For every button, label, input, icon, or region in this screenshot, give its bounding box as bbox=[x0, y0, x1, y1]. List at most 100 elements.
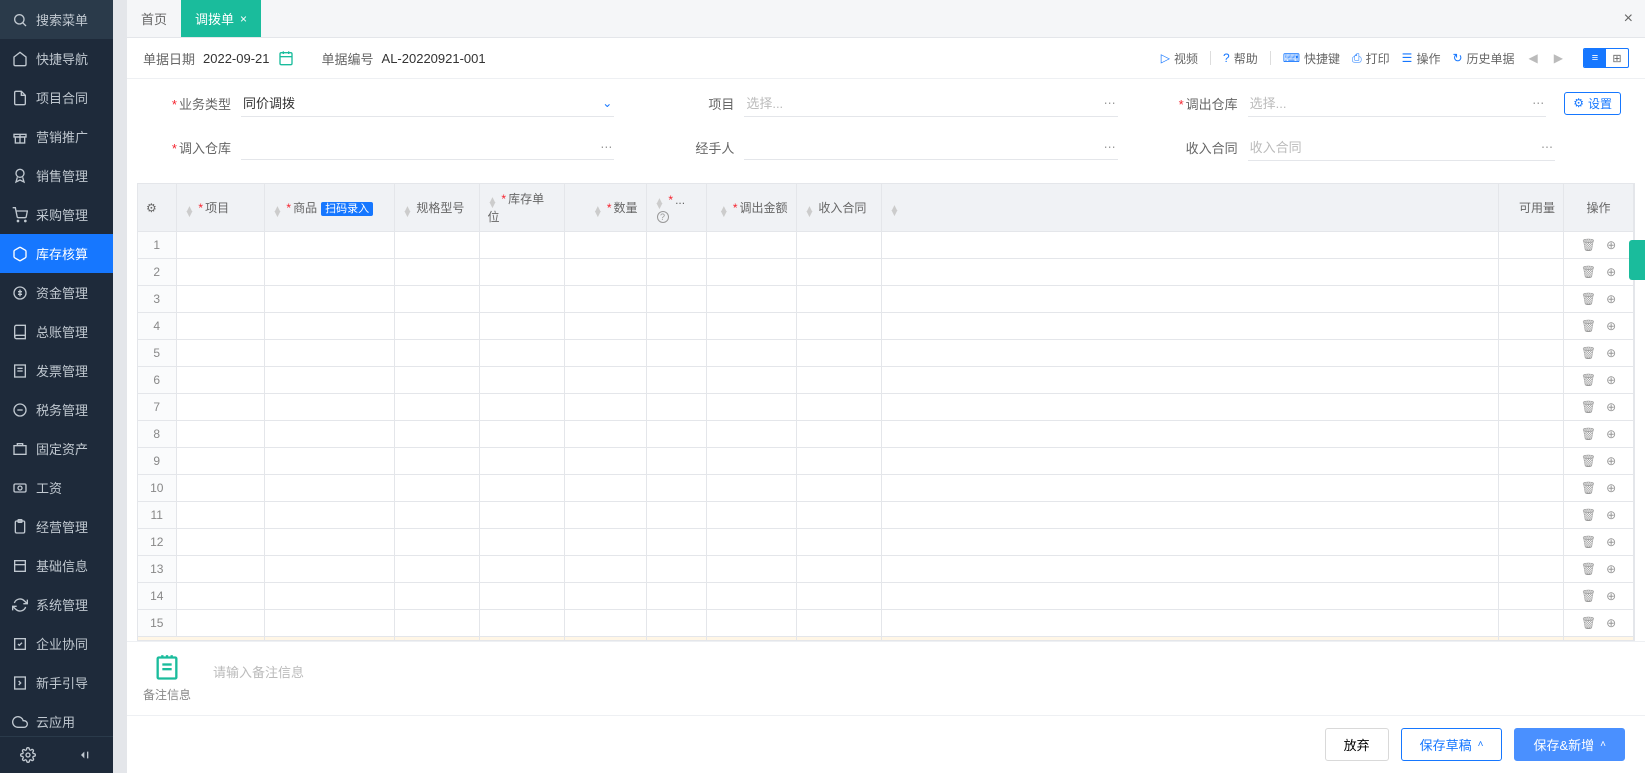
delete-icon[interactable]: 🗑 bbox=[1581, 400, 1596, 414]
delete-icon[interactable]: 🗑 bbox=[1581, 589, 1596, 603]
table-row[interactable]: 7🗑⊕ bbox=[138, 394, 1634, 421]
next-arrow[interactable]: ▶ bbox=[1552, 51, 1565, 65]
table-row[interactable]: 6🗑⊕ bbox=[138, 367, 1634, 394]
sidebar-item-17[interactable]: 新手引导 bbox=[0, 663, 113, 702]
settings-button[interactable] bbox=[0, 737, 57, 773]
col-project[interactable]: ▲▼*项目 bbox=[176, 184, 264, 232]
table-row[interactable]: 5🗑⊕ bbox=[138, 340, 1634, 367]
delete-icon[interactable]: 🗑 bbox=[1581, 454, 1596, 468]
income-contract-select[interactable]: 收入合同 ⋯ bbox=[1248, 133, 1555, 161]
history-button[interactable]: ↻历史单据 bbox=[1452, 50, 1514, 67]
print-button[interactable]: ⎙打印 bbox=[1352, 50, 1390, 67]
sidebar-item-1[interactable]: 快捷导航 bbox=[0, 39, 113, 78]
add-icon[interactable]: ⊕ bbox=[1606, 346, 1616, 360]
sidebar-item-5[interactable]: 采购管理 bbox=[0, 195, 113, 234]
sidebar-item-9[interactable]: 发票管理 bbox=[0, 351, 113, 390]
operate-button[interactable]: ☰操作 bbox=[1402, 50, 1441, 67]
col-price[interactable]: ▲▼*...? bbox=[646, 184, 706, 232]
save-draft-button[interactable]: 保存草稿˄ bbox=[1401, 728, 1503, 761]
delete-icon[interactable]: 🗑 bbox=[1581, 535, 1596, 549]
sidebar-item-6[interactable]: 库存核算 bbox=[0, 234, 113, 273]
add-icon[interactable]: ⊕ bbox=[1606, 562, 1616, 576]
delete-icon[interactable]: 🗑 bbox=[1581, 481, 1596, 495]
view-list-button[interactable]: ≡ bbox=[1584, 49, 1606, 67]
tab-home[interactable]: 首页 bbox=[127, 0, 181, 37]
close-all-tabs[interactable]: × bbox=[1612, 10, 1645, 28]
col-qty[interactable]: ▲▼*数量 bbox=[564, 184, 646, 232]
add-icon[interactable]: ⊕ bbox=[1606, 508, 1616, 522]
table-row[interactable]: 3🗑⊕ bbox=[138, 286, 1634, 313]
sidebar-item-3[interactable]: 营销推广 bbox=[0, 117, 113, 156]
doc-date-value[interactable]: 2022-09-21 bbox=[203, 51, 270, 66]
sidebar-item-16[interactable]: 企业协同 bbox=[0, 624, 113, 663]
add-icon[interactable]: ⊕ bbox=[1606, 373, 1616, 387]
video-button[interactable]: ▷视频 bbox=[1161, 50, 1198, 67]
sidebar-item-14[interactable]: 基础信息 bbox=[0, 546, 113, 585]
add-icon[interactable]: ⊕ bbox=[1606, 238, 1616, 252]
shortcut-button[interactable]: ⌨快捷键 bbox=[1283, 50, 1340, 67]
close-icon[interactable]: × bbox=[240, 12, 247, 26]
sidebar-item-11[interactable]: 固定资产 bbox=[0, 429, 113, 468]
delete-icon[interactable]: 🗑 bbox=[1581, 238, 1596, 252]
delete-icon[interactable]: 🗑 bbox=[1581, 265, 1596, 279]
biz-type-select[interactable]: 同价调拨 ⌄ bbox=[241, 89, 614, 117]
delete-icon[interactable]: 🗑 bbox=[1581, 508, 1596, 522]
add-icon[interactable]: ⊕ bbox=[1606, 589, 1616, 603]
delete-icon[interactable]: 🗑 bbox=[1581, 616, 1596, 630]
col-unit[interactable]: ▲▼*库存单位 bbox=[479, 184, 564, 232]
add-icon[interactable]: ⊕ bbox=[1606, 319, 1616, 333]
delete-icon[interactable]: 🗑 bbox=[1581, 346, 1596, 360]
sidebar-item-0[interactable]: 搜索菜单 bbox=[0, 0, 113, 39]
out-wh-select[interactable]: 选择... ⋯ bbox=[1248, 89, 1547, 117]
collapse-button[interactable] bbox=[57, 737, 114, 773]
add-icon[interactable]: ⊕ bbox=[1606, 265, 1616, 279]
prev-arrow[interactable]: ◀ bbox=[1527, 51, 1540, 65]
delete-icon[interactable]: 🗑 bbox=[1581, 319, 1596, 333]
table-row[interactable]: 2🗑⊕ bbox=[138, 259, 1634, 286]
add-icon[interactable]: ⊕ bbox=[1606, 427, 1616, 441]
add-icon[interactable]: ⊕ bbox=[1606, 454, 1616, 468]
remark-input[interactable] bbox=[205, 654, 1629, 700]
sidebar-scrollbar[interactable] bbox=[113, 0, 127, 773]
sidebar-item-7[interactable]: 资金管理 bbox=[0, 273, 113, 312]
add-icon[interactable]: ⊕ bbox=[1606, 292, 1616, 306]
col-avail[interactable]: 可用量 bbox=[1499, 184, 1564, 232]
col-spec[interactable]: ▲▼规格型号 bbox=[394, 184, 479, 232]
sidebar-item-12[interactable]: 工资 bbox=[0, 468, 113, 507]
delete-icon[interactable]: 🗑 bbox=[1581, 427, 1596, 441]
col-config[interactable]: ⚙ bbox=[138, 184, 176, 232]
table-row[interactable]: 14🗑⊕ bbox=[138, 583, 1634, 610]
project-select[interactable]: 选择... ⋯ bbox=[744, 89, 1117, 117]
info-icon[interactable]: ? bbox=[657, 211, 669, 223]
table-row[interactable]: 15🗑⊕ bbox=[138, 610, 1634, 637]
sidebar-item-8[interactable]: 总账管理 bbox=[0, 312, 113, 351]
table-scroll[interactable]: ⚙ ▲▼*项目 ▲▼*商品扫码录入 ▲▼规格型号 ▲▼*库存单位 ▲▼*数量 ▲… bbox=[137, 183, 1635, 641]
col-goods[interactable]: ▲▼*商品扫码录入 bbox=[264, 184, 394, 232]
sidebar-item-2[interactable]: 项目合同 bbox=[0, 78, 113, 117]
table-row[interactable]: 9🗑⊕ bbox=[138, 448, 1634, 475]
table-row[interactable]: 4🗑⊕ bbox=[138, 313, 1634, 340]
scan-tag[interactable]: 扫码录入 bbox=[321, 202, 373, 216]
right-edge-tab[interactable] bbox=[1629, 240, 1645, 280]
save-new-button[interactable]: 保存&新增˄ bbox=[1514, 728, 1625, 761]
table-row[interactable]: 11🗑⊕ bbox=[138, 502, 1634, 529]
add-icon[interactable]: ⊕ bbox=[1606, 616, 1616, 630]
delete-icon[interactable]: 🗑 bbox=[1581, 373, 1596, 387]
add-icon[interactable]: ⊕ bbox=[1606, 400, 1616, 414]
sidebar-item-15[interactable]: 系统管理 bbox=[0, 585, 113, 624]
table-row[interactable]: 13🗑⊕ bbox=[138, 556, 1634, 583]
sidebar-item-4[interactable]: 销售管理 bbox=[0, 156, 113, 195]
help-button[interactable]: ?帮助 bbox=[1223, 50, 1258, 67]
delete-icon[interactable]: 🗑 bbox=[1581, 562, 1596, 576]
add-icon[interactable]: ⊕ bbox=[1606, 481, 1616, 495]
sidebar-item-13[interactable]: 经营管理 bbox=[0, 507, 113, 546]
delete-icon[interactable]: 🗑 bbox=[1581, 292, 1596, 306]
sidebar-item-10[interactable]: 税务管理 bbox=[0, 390, 113, 429]
col-amount[interactable]: ▲▼*调出金额 bbox=[706, 184, 796, 232]
tab-allocation[interactable]: 调拨单 × bbox=[181, 0, 261, 37]
table-row[interactable]: 10🗑⊕ bbox=[138, 475, 1634, 502]
settings-button[interactable]: ⚙设置 bbox=[1564, 92, 1621, 115]
calendar-icon[interactable] bbox=[278, 50, 294, 66]
discard-button[interactable]: 放弃 bbox=[1325, 728, 1389, 761]
table-row[interactable]: 1🗑⊕ bbox=[138, 232, 1634, 259]
